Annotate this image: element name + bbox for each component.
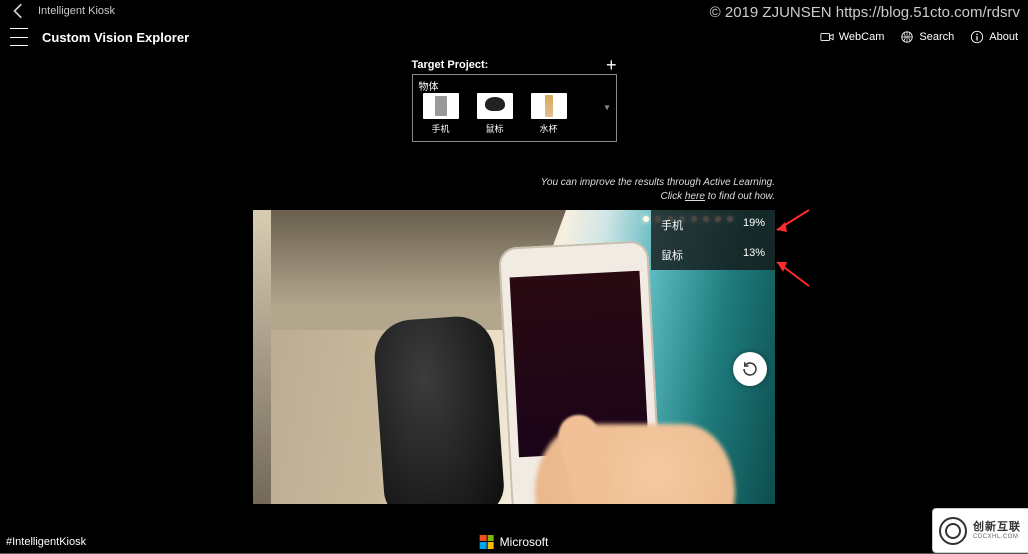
project-item-label: 手机 (431, 122, 449, 135)
tip-line2-suffix: to find out how. (705, 191, 775, 202)
active-learning-tip: You can improve the results through Acti… (253, 176, 775, 204)
camera-icon (820, 30, 834, 44)
badge-logo-icon (939, 517, 967, 545)
picker-label: Target Project: (412, 59, 489, 71)
command-bar: Custom Vision Explorer WebCam Search Abo… (0, 22, 1028, 52)
camera-frame: 手机 19% 鼠标 13% (253, 210, 775, 504)
command-bar-actions: WebCam Search About (820, 30, 1018, 44)
annotation-arrow (771, 208, 811, 248)
footer-brand-label: Microsoft (500, 535, 549, 549)
prediction-row: 手机 19% (651, 210, 775, 240)
project-item-mouse[interactable]: 鼠标 (477, 93, 513, 135)
project-item-label: 鼠标 (485, 122, 503, 135)
prediction-panel: 手机 19% 鼠标 13% (651, 210, 775, 270)
tip-line1: You can improve the results through Acti… (253, 176, 775, 190)
project-item-cup[interactable]: 水杯 (531, 93, 567, 135)
prediction-score: 19% (743, 217, 765, 233)
refresh-icon (741, 360, 759, 378)
window-title: Intelligent Kiosk (38, 5, 115, 17)
project-picker: Target Project: + 物体 手机 鼠标 水杯 ▾ (0, 58, 1028, 142)
menu-button[interactable] (10, 28, 28, 46)
webcam-label: WebCam (839, 31, 885, 43)
prediction-label: 手机 (661, 217, 683, 233)
webcam-button[interactable]: WebCam (820, 30, 885, 44)
footer-brand: Microsoft (480, 535, 549, 549)
refresh-button[interactable] (733, 352, 767, 386)
picker-group-label: 物体 (419, 78, 439, 93)
thumbnail-mouse (477, 93, 513, 119)
about-label: About (989, 31, 1018, 43)
search-button[interactable]: Search (900, 30, 954, 44)
prediction-label: 鼠标 (661, 247, 683, 263)
page-title: Custom Vision Explorer (42, 30, 189, 45)
info-icon (970, 30, 984, 44)
about-button[interactable]: About (970, 30, 1018, 44)
annotation-arrow (771, 248, 811, 288)
thumbnail-cup (531, 93, 567, 119)
footer: #IntelligentKiosk Microsoft 为了您的 (0, 534, 1028, 549)
back-button[interactable] (10, 2, 28, 20)
project-item-label: 水杯 (539, 122, 557, 135)
tip-line2-prefix: Click (660, 191, 684, 202)
prediction-score: 13% (743, 247, 765, 263)
photo-mouse (372, 314, 506, 504)
camera-area: 手机 19% 鼠标 13% (253, 210, 775, 504)
project-dropdown[interactable]: 物体 手机 鼠标 水杯 ▾ (412, 74, 617, 142)
globe-icon (900, 30, 914, 44)
prediction-row: 鼠标 13% (651, 240, 775, 270)
project-item-phone[interactable]: 手机 (423, 93, 459, 135)
arrow-left-icon (10, 2, 28, 20)
badge-title: 创新互联 (973, 521, 1021, 533)
watermark-text: © 2019 ZJUNSEN https://blog.51cto.com/rd… (710, 4, 1020, 21)
chevron-down-icon: ▾ (604, 103, 609, 114)
photo-edge (253, 210, 271, 504)
site-badge: 创新互联 CDCXHL.COM (932, 508, 1028, 553)
badge-subtitle: CDCXHL.COM (973, 534, 1021, 540)
footer-hashtag: #IntelligentKiosk (6, 536, 86, 548)
thumbnail-phone (423, 93, 459, 119)
tip-link[interactable]: here (685, 191, 705, 202)
microsoft-logo-icon (480, 535, 494, 549)
search-label: Search (919, 31, 954, 43)
add-project-button[interactable]: + (606, 58, 617, 72)
